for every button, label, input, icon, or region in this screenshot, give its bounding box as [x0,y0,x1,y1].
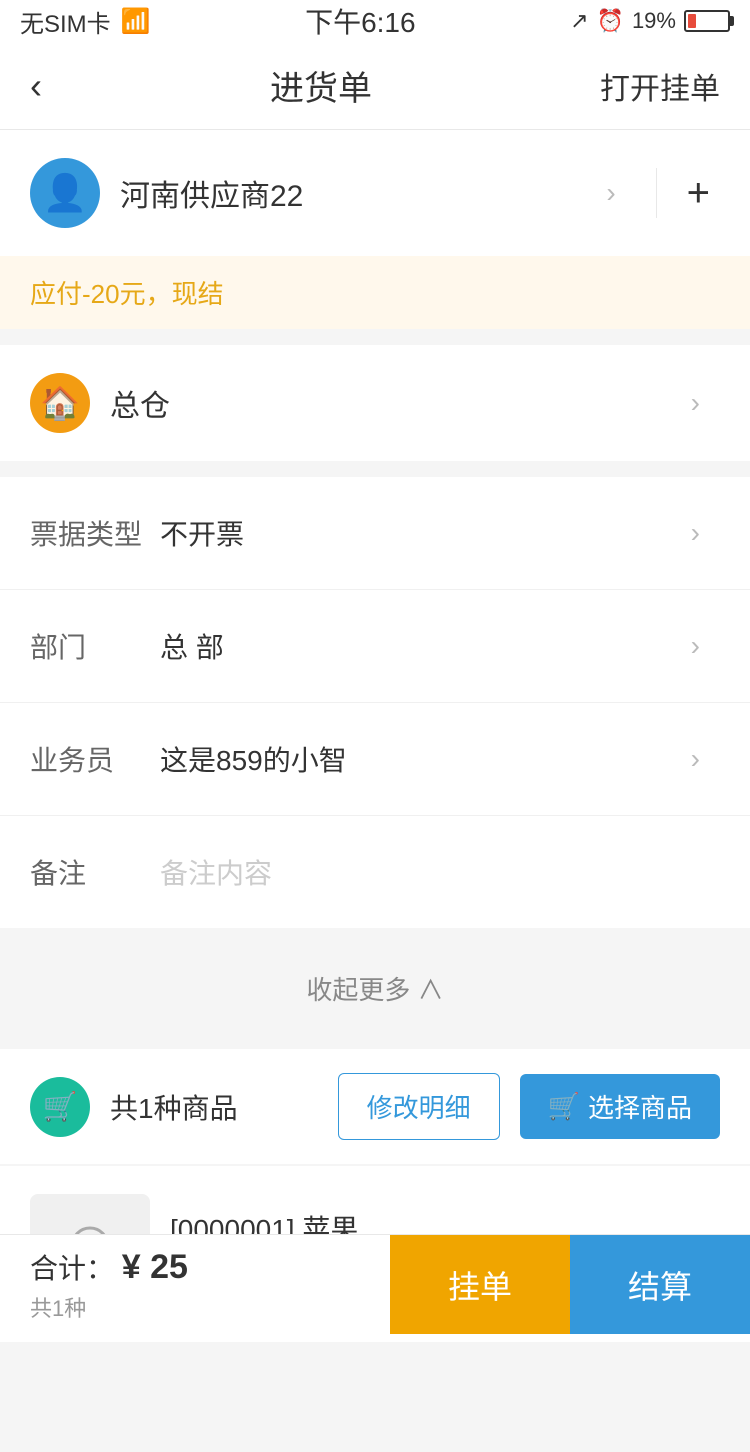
salesperson-value: 这是859的小智 [160,739,691,779]
salesperson-row[interactable]: 业务员 这是859的小智 › [0,703,750,816]
warehouse-chevron-icon: › [691,387,700,419]
products-header: 🛒 共1种商品 修改明细 🛒 选择商品 [0,1049,750,1164]
invoice-type-row[interactable]: 票据类型 不开票 › [0,477,750,590]
supplier-avatar: 👤 [30,158,100,228]
collapse-button[interactable]: 收起更多 ∧ [0,944,750,1033]
edit-detail-button[interactable]: 修改明细 [338,1073,500,1140]
status-left: 无SIM卡 📶 [20,4,151,39]
remark-row[interactable]: 备注 备注内容 [0,816,750,928]
supplier-row: 👤 河南供应商22 › + [0,130,750,256]
department-row[interactable]: 部门 总 部 › [0,590,750,703]
collapse-label: 收起更多 ∧ [306,975,443,1005]
warehouse-name: 总仓 [110,381,691,425]
warehouse-section: 🏠 总仓 › [0,345,750,461]
wifi-icon: 📶 [121,7,151,36]
page-title: 进货单 [270,61,372,110]
back-button[interactable]: ‹ [30,65,42,107]
supplier-name[interactable]: 河南供应商22 [120,171,606,215]
salesperson-label: 业务员 [30,739,160,779]
house-icon: 🏠 [40,384,80,422]
products-count: 共1种商品 [110,1087,318,1127]
warehouse-icon: 🏠 [30,373,90,433]
invoice-type-label: 票据类型 [30,513,160,553]
status-bar: 无SIM卡 📶 下午6:16 ↗ ⏰ 19% [0,0,750,42]
checkout-button[interactable]: 结算 [570,1235,750,1334]
avatar-icon: 👤 [43,172,88,214]
select-product-icon: 🛒 [548,1091,580,1122]
open-suspend-button[interactable]: 打开挂单 [600,64,720,108]
form-section: 票据类型 不开票 › 部门 总 部 › 业务员 这是859的小智 › 备注 备注… [0,477,750,928]
total-label: 合计： [30,1253,114,1284]
salesperson-chevron-icon: › [691,743,700,775]
supplier-section: 👤 河南供应商22 › + 应付-20元，现结 [0,130,750,329]
department-chevron-icon: › [691,630,700,662]
battery-fill [688,14,696,28]
status-right: ↗ ⏰ 19% [570,8,730,34]
supplier-chevron-icon: › [606,177,615,209]
products-icon: 🛒 [30,1077,90,1137]
notice-text: 应付-20元，现结 [30,279,224,309]
department-value: 总 部 [160,626,691,666]
select-product-button[interactable]: 🛒 选择商品 [520,1074,720,1139]
battery-icon [684,10,730,32]
carrier-label: 无SIM卡 [20,4,111,39]
battery-percent: 19% [632,8,676,34]
total-count: 共1种 [30,1291,360,1323]
total-amount: ¥ 25 [122,1248,188,1286]
alarm-icon: ⏰ [597,8,624,34]
bottom-bar: 合计： ¥ 25 共1种 挂单 结算 [0,1234,750,1334]
cart-icon: 🛒 [43,1090,78,1123]
invoice-type-chevron-icon: › [691,517,700,549]
add-supplier-button[interactable]: + [677,171,720,216]
department-label: 部门 [30,626,160,666]
invoice-type-value: 不开票 [160,513,691,553]
total-section: 合计： ¥ 25 共1种 [0,1235,390,1334]
remark-placeholder: 备注内容 [160,852,720,892]
status-time: 下午6:16 [305,1,416,41]
location-icon: ↗ [570,8,588,34]
select-product-label: 选择商品 [588,1088,692,1125]
notice-banner: 应付-20元，现结 [0,256,750,329]
nav-bar: ‹ 进货单 打开挂单 [0,42,750,130]
suspend-button[interactable]: 挂单 [390,1235,570,1334]
divider [656,168,657,218]
remark-label: 备注 [30,852,160,892]
warehouse-row[interactable]: 🏠 总仓 › [0,345,750,461]
